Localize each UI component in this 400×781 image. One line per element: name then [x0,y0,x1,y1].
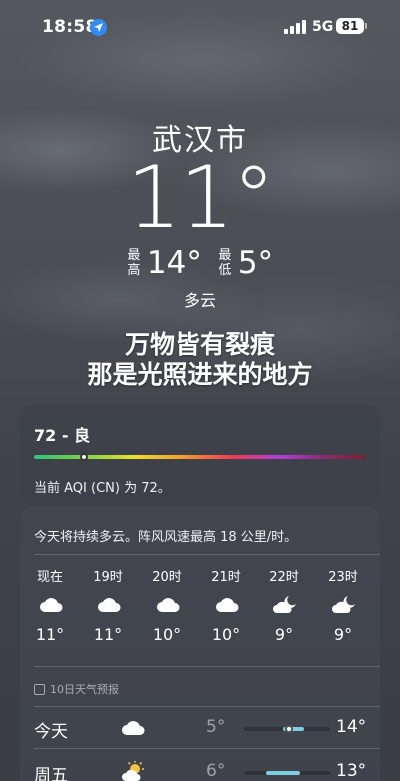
cloud-icon [120,717,146,739]
divider [34,748,380,749]
temp-range-bar [244,725,330,733]
day-high: 13° [336,761,367,781]
hour-temp: 10° [152,625,182,644]
day-row-friday[interactable]: 周五 6° 13° [20,748,380,781]
network-type: 5G [312,19,334,35]
cloud-icon [155,594,181,616]
hour-time: 20时 [152,570,182,585]
hour-time: 22时 [269,570,299,585]
cloud-icon [214,594,240,616]
current-temperature: 11° [126,148,275,248]
hour-temp: 10° [211,625,241,644]
day-row-today[interactable]: 今天 5° 14° [20,706,380,747]
calendar-icon [34,683,45,695]
forecast-summary: 今天将持续多云。阵风风速最高 18 公里/时。 [34,530,298,545]
hour-temp: 9° [333,625,353,644]
hour-temp: 11° [93,625,123,644]
battery-cap [365,23,367,29]
hour-temp: 11° [35,625,65,644]
aqi-description: 当前 AQI (CN) 为 72。 [34,481,171,496]
aqi-title: 72 - 良 [34,426,91,445]
cloud-icon [96,594,122,616]
temp-range-bar [244,771,330,775]
day-name: 周五 [34,766,68,781]
air-quality-card[interactable]: 72 - 良 当前 AQI (CN) 为 72。 [20,404,380,506]
caption-line-1: 万物皆有裂痕 [124,330,275,359]
high-label: 最高 [127,248,141,278]
sun-cloud-icon [120,761,146,781]
cellular-signal-icon [284,20,306,34]
hour-time: 19时 [93,570,123,585]
hourly-forecast[interactable]: 现在 11° 19时 11° 20时 10° 21时 10° 22时 9° 23… [20,566,380,656]
caption-line-2: 那是光照进来的地方 [87,360,313,389]
low-temp: 5° [237,245,274,281]
current-temp-marker [284,725,293,733]
location-arrow-icon [90,19,107,36]
status-bar: 18:58 5G 81 [0,0,400,52]
high-low: 最高 14° 最低 5° [0,245,400,281]
hour-time: 21时 [211,570,241,585]
day-high: 14° [336,717,367,737]
condition-text: 多云 [183,291,216,310]
high-temp: 14° [146,245,202,281]
day-name: 今天 [34,722,68,742]
aqi-indicator [79,453,88,461]
ten-day-header: 10日天气预报 [34,681,119,697]
day-low: 5° [206,717,226,737]
battery-icon: 81 [336,18,364,34]
overlay-caption: 万物皆有裂痕 那是光照进来的地方 [0,330,400,390]
divider [34,554,380,555]
divider [34,706,380,707]
cloud-moon-icon [331,594,357,616]
divider [34,666,380,667]
aqi-scale-bar [34,453,366,461]
cloud-icon [38,594,64,616]
ten-day-label: 10日天气预报 [50,683,119,696]
hour-temp: 9° [274,625,294,644]
low-label: 最低 [218,248,232,278]
temp-range-fill [265,771,300,775]
day-low: 6° [206,761,226,781]
hour-time: 现在 [36,570,63,585]
cloud-moon-icon [272,594,298,616]
forecast-card[interactable]: 今天将持续多云。阵风风速最高 18 公里/时。 现在 11° 19时 11° 2… [20,506,380,781]
hour-time: 23时 [328,570,358,585]
